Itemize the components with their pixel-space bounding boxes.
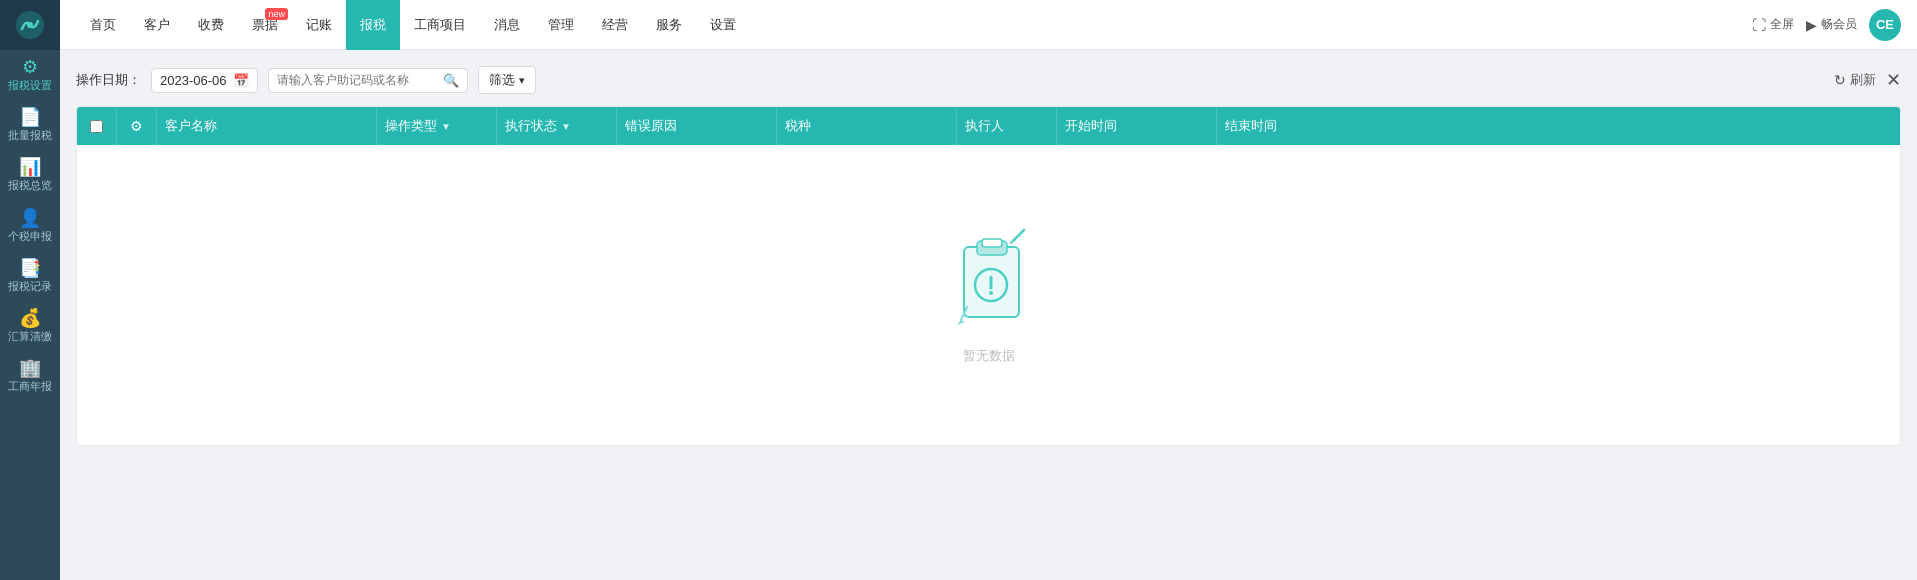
- member-button[interactable]: ▶ 畅会员: [1806, 16, 1857, 33]
- sidebar-item-label: 汇算清缴: [8, 330, 52, 343]
- svg-rect-6: [982, 239, 1002, 247]
- select-all-checkbox[interactable]: [90, 120, 103, 133]
- svg-point-1: [27, 22, 33, 28]
- sidebar-item-baoshui-jilu[interactable]: 📑 报税记录: [0, 251, 60, 301]
- main-area: 首页 客户 收费 票据 new 记账 报税 工商项目 消息 管理 经营: [60, 0, 1917, 580]
- baoshui-shezhi-icon: ⚙: [22, 58, 38, 76]
- chevron-down-icon: ▾: [519, 74, 525, 87]
- date-label: 操作日期：: [76, 71, 141, 89]
- date-value: 2023-06-06: [160, 73, 227, 88]
- gongshang-nianbao-icon: 🏢: [19, 359, 41, 377]
- sidebar-item-baoshui-shezhi[interactable]: ⚙ 报税设置: [0, 50, 60, 100]
- empty-text: 暂无数据: [963, 347, 1015, 365]
- sort-icon-op-type: ▼: [441, 121, 451, 132]
- toolbar: 操作日期： 2023-06-06 📅 🔍 筛选 ▾ ↻ 刷新 ✕: [76, 66, 1901, 94]
- nav-guanli[interactable]: 管理: [534, 0, 588, 50]
- search-box[interactable]: 🔍: [268, 68, 468, 93]
- sidebar-item-baoshui-zonglan[interactable]: 📊 报税总览: [0, 150, 60, 200]
- nav-client[interactable]: 客户: [130, 0, 184, 50]
- sort-icon-exec-status: ▼: [561, 121, 571, 132]
- nav-baoshui[interactable]: 报税: [346, 0, 400, 50]
- search-icon: 🔍: [443, 73, 459, 88]
- close-button[interactable]: ✕: [1886, 71, 1901, 89]
- geshui-shenbao-icon: 👤: [19, 209, 41, 227]
- sidebar-item-label: 报税设置: [8, 79, 52, 92]
- data-table: ⚙ 客户名称 操作类型 ▼ 执行状态 ▼ 错误原因 税种: [76, 106, 1901, 446]
- svg-marker-11: [957, 320, 965, 325]
- sidebar: ⚙ 报税设置 📄 批量报税 📊 报税总览 👤 个税申报 📑 报税记录 💰 汇算清…: [0, 0, 60, 580]
- th-client-name: 客户名称: [157, 107, 377, 145]
- nav-home[interactable]: 首页: [76, 0, 130, 50]
- search-input[interactable]: [277, 73, 439, 87]
- huisuan-jiaona-icon: 💰: [19, 309, 41, 327]
- th-end-time: 结束时间: [1217, 107, 1337, 145]
- sidebar-item-geshui-shenbao[interactable]: 👤 个税申报: [0, 201, 60, 251]
- refresh-button[interactable]: ↻ 刷新: [1834, 71, 1876, 89]
- th-tax-type: 税种: [777, 107, 957, 145]
- member-icon: ▶: [1806, 17, 1817, 33]
- avatar[interactable]: CE: [1869, 9, 1901, 41]
- table-header: ⚙ 客户名称 操作类型 ▼ 执行状态 ▼ 错误原因 税种: [77, 107, 1900, 145]
- filter-label: 筛选: [489, 71, 515, 89]
- settings-icon: ⚙: [130, 118, 143, 134]
- nav-fuwu[interactable]: 服务: [642, 0, 696, 50]
- nav-piaoju[interactable]: 票据 new: [238, 0, 292, 50]
- sidebar-item-label: 工商年报: [8, 380, 52, 393]
- sidebar-item-label: 报税总览: [8, 179, 52, 192]
- empty-illustration: [939, 225, 1039, 335]
- nav-jingying[interactable]: 经营: [588, 0, 642, 50]
- sidebar-item-label: 批量报税: [8, 129, 52, 142]
- date-picker[interactable]: 2023-06-06 📅: [151, 68, 258, 93]
- th-checkbox[interactable]: [77, 107, 117, 145]
- nav-xiaoxi[interactable]: 消息: [480, 0, 534, 50]
- nav-shezhi[interactable]: 设置: [696, 0, 750, 50]
- toolbar-right: ↻ 刷新 ✕: [1834, 71, 1901, 89]
- refresh-icon: ↻: [1834, 72, 1846, 88]
- svg-line-2: [1014, 230, 1024, 240]
- sidebar-item-label: 个税申报: [8, 230, 52, 243]
- th-start-time: 开始时间: [1057, 107, 1217, 145]
- baoshui-zonglan-icon: 📊: [19, 158, 41, 176]
- fullscreen-button[interactable]: ⛶ 全屏: [1752, 16, 1794, 33]
- nav-gongshang[interactable]: 工商项目: [400, 0, 480, 50]
- piliang-baoshui-icon: 📄: [19, 108, 41, 126]
- svg-line-3: [1011, 240, 1014, 243]
- fullscreen-icon: ⛶: [1752, 17, 1766, 33]
- table-body-empty: 暂无数据: [77, 145, 1900, 445]
- th-op-type[interactable]: 操作类型 ▼: [377, 107, 497, 145]
- baoshui-jilu-icon: 📑: [19, 259, 41, 277]
- content-area: 操作日期： 2023-06-06 📅 🔍 筛选 ▾ ↻ 刷新 ✕: [60, 50, 1917, 580]
- th-executor: 执行人: [957, 107, 1057, 145]
- sidebar-item-label: 报税记录: [8, 280, 52, 293]
- sidebar-item-huisuan-jiaona[interactable]: 💰 汇算清缴: [0, 301, 60, 351]
- th-exec-status[interactable]: 执行状态 ▼: [497, 107, 617, 145]
- th-settings[interactable]: ⚙: [117, 107, 157, 145]
- nav-shoufei[interactable]: 收费: [184, 0, 238, 50]
- new-badge: new: [265, 8, 288, 21]
- sidebar-item-gongshang-nianbao[interactable]: 🏢 工商年报: [0, 351, 60, 401]
- nav-jizhang[interactable]: 记账: [292, 0, 346, 50]
- sidebar-logo: [0, 0, 60, 50]
- svg-point-9: [989, 291, 993, 295]
- topnav: 首页 客户 收费 票据 new 记账 报税 工商项目 消息 管理 经营: [60, 0, 1917, 50]
- sidebar-item-piliang-baoshui[interactable]: 📄 批量报税: [0, 100, 60, 150]
- filter-button[interactable]: 筛选 ▾: [478, 66, 536, 94]
- calendar-icon: 📅: [233, 73, 249, 88]
- topnav-right: ⛶ 全屏 ▶ 畅会员 CE: [1752, 9, 1901, 41]
- th-error-reason: 错误原因: [617, 107, 777, 145]
